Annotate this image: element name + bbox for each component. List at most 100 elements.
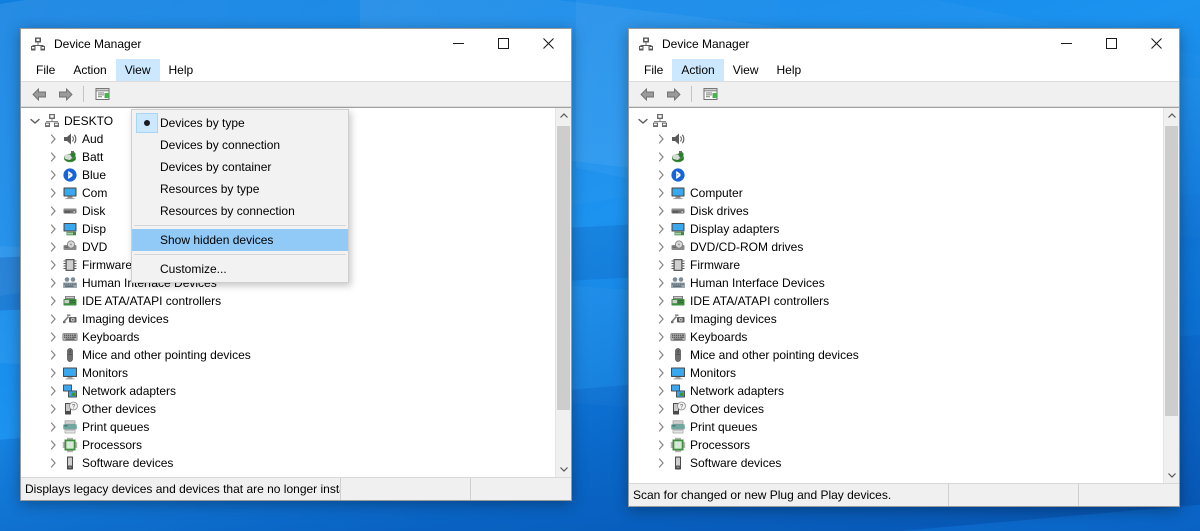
chevron-right-icon[interactable]	[45, 134, 61, 144]
chevron-right-icon[interactable]	[653, 134, 669, 144]
chevron-right-icon[interactable]	[653, 422, 669, 432]
chevron-right-icon[interactable]	[653, 404, 669, 414]
vertical-scrollbar-right[interactable]	[1163, 108, 1179, 483]
tree-item[interactable]: Human Interface Devices	[629, 274, 1163, 292]
chevron-right-icon[interactable]	[653, 152, 669, 162]
toolbar-left[interactable]	[21, 81, 571, 107]
chevron-right-icon[interactable]	[45, 296, 61, 306]
chevron-right-icon[interactable]	[45, 152, 61, 162]
menu-option[interactable]: Devices by container	[132, 156, 348, 178]
scroll-track-left[interactable]	[556, 124, 571, 461]
scroll-up-arrow-left[interactable]	[556, 108, 571, 124]
chevron-right-icon[interactable]	[653, 368, 669, 378]
menu-file-left[interactable]: File	[27, 59, 64, 81]
tree-item[interactable]: DVD/CD-ROM drives	[629, 238, 1163, 256]
menu-action-right[interactable]: Action	[672, 59, 723, 81]
scroll-track-right[interactable]	[1164, 124, 1179, 467]
chevron-right-icon[interactable]	[45, 206, 61, 216]
tree-item[interactable]: Keyboards	[21, 328, 555, 346]
chevron-right-icon[interactable]	[653, 278, 669, 288]
tree-item[interactable]: Monitors	[21, 364, 555, 382]
tree-item[interactable]: IDE ATA/ATAPI controllers	[21, 292, 555, 310]
properties-icon[interactable]	[90, 83, 114, 105]
scroll-down-arrow-left[interactable]	[556, 461, 571, 477]
tree-item[interactable]: Firmware	[629, 256, 1163, 274]
tree-item[interactable]: Network adapters	[629, 382, 1163, 400]
titlebar-right[interactable]: Device Manager	[629, 29, 1179, 59]
menubar-right[interactable]: File Action View Help	[629, 59, 1179, 81]
forward-arrow-icon[interactable]	[661, 83, 685, 105]
tree-item[interactable]: ?Other devices	[629, 400, 1163, 418]
tree-item[interactable]: Software devices	[21, 454, 555, 472]
back-arrow-icon[interactable]	[27, 83, 51, 105]
menu-option[interactable]: Devices by connection	[132, 134, 348, 156]
minimize-button-right[interactable]	[1044, 29, 1089, 59]
chevron-right-icon[interactable]	[45, 422, 61, 432]
chevron-right-icon[interactable]	[653, 350, 669, 360]
tree-item[interactable]: ?Other devices	[21, 400, 555, 418]
tree-item[interactable]: Imaging devices	[629, 310, 1163, 328]
tree-item[interactable]: Mice and other pointing devices	[21, 346, 555, 364]
menu-file-right[interactable]: File	[635, 59, 672, 81]
chevron-right-icon[interactable]	[45, 368, 61, 378]
chevron-right-icon[interactable]	[653, 170, 669, 180]
maximize-button-right[interactable]	[1089, 29, 1134, 59]
tree-item[interactable]: Monitors	[629, 364, 1163, 382]
scroll-thumb-right[interactable]	[1165, 126, 1178, 416]
tree-item[interactable]	[629, 130, 1163, 148]
menu-view-left[interactable]: View	[116, 59, 160, 81]
chevron-right-icon[interactable]	[45, 278, 61, 288]
tree-item[interactable]: Display adapters	[629, 220, 1163, 238]
toolbar-right[interactable]	[629, 81, 1179, 107]
maximize-button-left[interactable]	[481, 29, 526, 59]
tree-item[interactable]: Mice and other pointing devices	[629, 346, 1163, 364]
chevron-right-icon[interactable]	[45, 314, 61, 324]
tree-item[interactable]: Software devices	[629, 454, 1163, 472]
view-dropdown-menu[interactable]: Devices by typeDevices by connectionDevi…	[131, 109, 349, 283]
chevron-right-icon[interactable]	[653, 260, 669, 270]
scroll-up-arrow-right[interactable]	[1164, 108, 1179, 124]
chevron-right-icon[interactable]	[45, 440, 61, 450]
chevron-right-icon[interactable]	[653, 242, 669, 252]
tree-item[interactable]: Imaging devices	[21, 310, 555, 328]
chevron-right-icon[interactable]	[653, 386, 669, 396]
tree-item[interactable]	[629, 148, 1163, 166]
chevron-right-icon[interactable]	[45, 242, 61, 252]
chevron-right-icon[interactable]	[45, 188, 61, 198]
chevron-right-icon[interactable]	[653, 314, 669, 324]
chevron-right-icon[interactable]	[45, 386, 61, 396]
tree-item[interactable]: Keyboards	[629, 328, 1163, 346]
minimize-button-left[interactable]	[436, 29, 481, 59]
back-arrow-icon[interactable]	[635, 83, 659, 105]
chevron-right-icon[interactable]	[653, 332, 669, 342]
titlebar-left[interactable]: Device Manager	[21, 29, 571, 59]
tree-item[interactable]: Print queues	[21, 418, 555, 436]
tree-item[interactable]	[629, 166, 1163, 184]
forward-arrow-icon[interactable]	[53, 83, 77, 105]
menu-option[interactable]: Resources by type	[132, 178, 348, 200]
menu-action-left[interactable]: Action	[64, 59, 115, 81]
tree-root-node[interactable]	[629, 112, 1163, 130]
chevron-right-icon[interactable]	[45, 224, 61, 234]
chevron-right-icon[interactable]	[653, 296, 669, 306]
device-manager-window-left[interactable]: Device Manager File Action View Help	[20, 28, 572, 501]
chevron-down-icon[interactable]	[27, 118, 43, 125]
properties-icon[interactable]	[698, 83, 722, 105]
tree-item[interactable]: Computer	[629, 184, 1163, 202]
tree-item[interactable]: IDE ATA/ATAPI controllers	[629, 292, 1163, 310]
close-button-left[interactable]	[526, 29, 571, 59]
chevron-right-icon[interactable]	[45, 458, 61, 468]
chevron-right-icon[interactable]	[653, 224, 669, 234]
chevron-right-icon[interactable]	[653, 206, 669, 216]
chevron-right-icon[interactable]	[45, 170, 61, 180]
chevron-right-icon[interactable]	[653, 188, 669, 198]
device-tree-right[interactable]: ComputerDisk drivesDisplay adaptersDVD/C…	[629, 108, 1163, 483]
close-button-right[interactable]	[1134, 29, 1179, 59]
chevron-right-icon[interactable]	[45, 404, 61, 414]
tree-item[interactable]: Processors	[629, 436, 1163, 454]
tree-item[interactable]: Print queues	[629, 418, 1163, 436]
device-manager-window-right[interactable]: Device Manager File Action View Help	[628, 28, 1180, 507]
menu-option[interactable]: Devices by type	[132, 112, 348, 134]
chevron-down-icon[interactable]	[635, 118, 651, 125]
menu-help-right[interactable]: Help	[768, 59, 811, 81]
